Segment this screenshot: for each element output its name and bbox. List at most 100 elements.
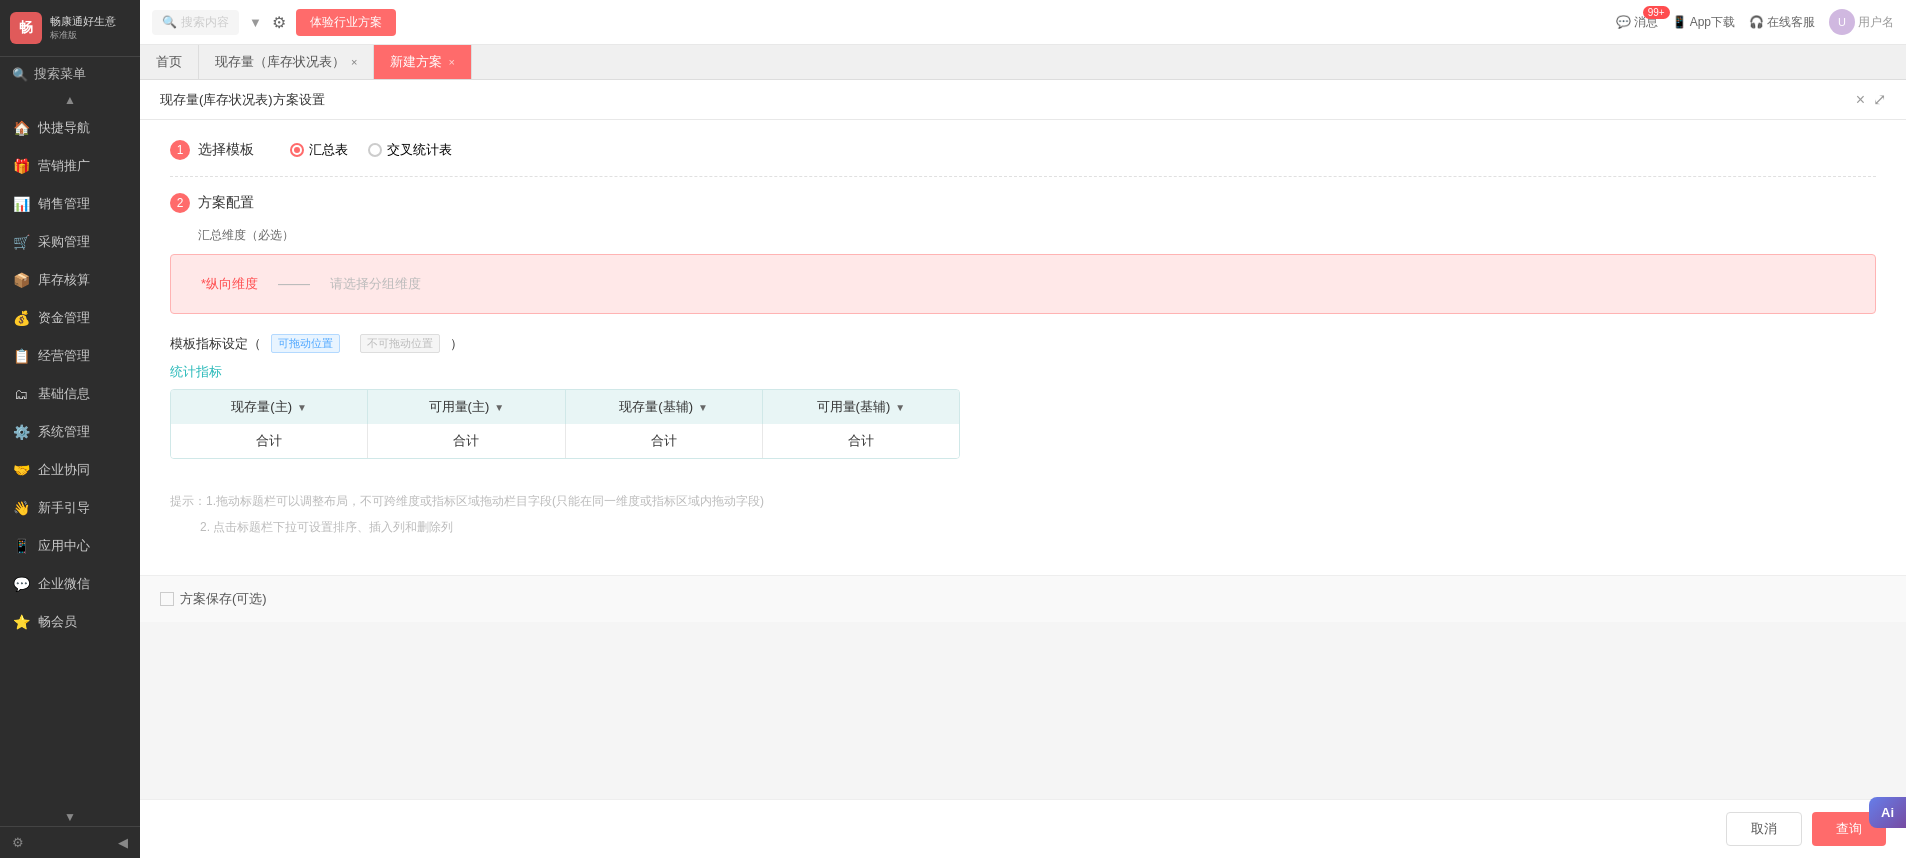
indicator-col-0-chevron[interactable]: ▼ bbox=[297, 402, 307, 413]
sidebar-item-label: 销售管理 bbox=[38, 195, 90, 213]
app-download-button[interactable]: 📱 App下载 bbox=[1672, 14, 1735, 31]
sidebar-item-marketing[interactable]: 🎁 营销推广 bbox=[0, 147, 140, 185]
sidebar-item-label: 系统管理 bbox=[38, 423, 90, 441]
service-button[interactable]: 🎧 在线客服 bbox=[1749, 14, 1815, 31]
tab-inventory-status[interactable]: 现存量（库存状况表） × bbox=[199, 45, 374, 79]
message-icon: 💬 bbox=[1616, 15, 1631, 29]
ai-float-button[interactable]: Ai bbox=[1869, 797, 1906, 828]
topbar-right: 💬 消息 99+ 📱 App下载 🎧 在线客服 U 用户名 bbox=[1616, 9, 1894, 35]
panel-header: 现存量(库存状况表)方案设置 × ⤢ bbox=[140, 80, 1906, 120]
sidebar-item-basic[interactable]: 🗂 基础信息 bbox=[0, 375, 140, 413]
indicator-col-1[interactable]: 可用量(主) ▼ bbox=[368, 390, 565, 424]
topbar-dropdown-icon[interactable]: ▼ bbox=[249, 15, 262, 30]
cancel-button[interactable]: 取消 bbox=[1726, 812, 1802, 846]
wave-icon: 👋 bbox=[12, 499, 30, 517]
sidebar-item-label: 营销推广 bbox=[38, 157, 90, 175]
sidebar-item-label: 经营管理 bbox=[38, 347, 90, 365]
sidebar-item-purchase[interactable]: 🛒 采购管理 bbox=[0, 223, 140, 261]
tag-unmovable: 不可拖动位置 bbox=[360, 334, 440, 353]
indicator-col-2[interactable]: 现存量(基辅) ▼ bbox=[566, 390, 763, 424]
radio-cross[interactable]: 交叉统计表 bbox=[368, 141, 452, 159]
topbar-search-icon: 🔍 bbox=[162, 15, 177, 29]
sidebar-item-shortcut[interactable]: 🏠 快捷导航 bbox=[0, 109, 140, 147]
tip1: 1.拖动标题栏可以调整布局，不可跨维度或指标区域拖动栏目字段(只能在同一维度或指… bbox=[206, 494, 764, 508]
tab-inventory-close-icon[interactable]: × bbox=[351, 56, 357, 68]
template-radio-group: 汇总表 交叉统计表 bbox=[290, 141, 452, 159]
sidebar-scroll-down[interactable]: ▼ bbox=[0, 808, 140, 826]
indicator-settings-label: 模板指标设定（ bbox=[170, 335, 261, 353]
sidebar-item-wechat[interactable]: 💬 企业微信 bbox=[0, 565, 140, 603]
sidebar-item-label: 库存核算 bbox=[38, 271, 90, 289]
save-label: 方案保存(可选) bbox=[180, 590, 267, 608]
panel-expand-button[interactable]: ⤢ bbox=[1873, 90, 1886, 109]
sidebar: 畅 畅康通好生意 标准版 🔍 搜索菜单 ▲ 🏠 快捷导航 🎁 营销推广 📊 销售… bbox=[0, 0, 140, 858]
dimension-label: *纵向维度 bbox=[201, 275, 258, 293]
sidebar-item-corp[interactable]: 🤝 企业协同 bbox=[0, 451, 140, 489]
sidebar-item-label: 畅会员 bbox=[38, 613, 77, 631]
sidebar-item-member[interactable]: ⭐ 畅会员 bbox=[0, 603, 140, 641]
indicator-col-3-chevron[interactable]: ▼ bbox=[895, 402, 905, 413]
clipboard-icon: 📋 bbox=[12, 347, 30, 365]
sidebar-item-operation[interactable]: 📋 经营管理 bbox=[0, 337, 140, 375]
topbar-gear-icon[interactable]: ⚙ bbox=[272, 13, 286, 32]
dimension-dash: —— bbox=[278, 275, 310, 293]
indicator-col-1-chevron[interactable]: ▼ bbox=[494, 402, 504, 413]
gift-icon: 🎁 bbox=[12, 157, 30, 175]
content-area: 现存量(库存状况表)方案设置 × ⤢ 1 选择模板 汇总表 交叉统计表 bbox=[140, 80, 1906, 799]
sidebar-item-system[interactable]: ⚙️ 系统管理 bbox=[0, 413, 140, 451]
bottom-bar: 取消 查询 bbox=[140, 799, 1906, 858]
tab-new-scheme-close-icon[interactable]: × bbox=[448, 56, 454, 68]
panel-title: 现存量(库存状况表)方案设置 bbox=[160, 91, 325, 109]
panel-close-button[interactable]: × bbox=[1856, 91, 1865, 109]
topbar-search[interactable]: 🔍 搜索内容 bbox=[152, 10, 239, 35]
avatar: U bbox=[1829, 9, 1855, 35]
trial-button[interactable]: 体验行业方案 bbox=[296, 9, 396, 36]
section1-label: 选择模板 bbox=[198, 141, 254, 159]
topbar: 🔍 搜索内容 ▼ ⚙ 体验行业方案 💬 消息 99+ 📱 App下载 🎧 在线客… bbox=[140, 0, 1906, 45]
headset-icon: 🎧 bbox=[1749, 15, 1764, 29]
sidebar-logo: 畅 畅康通好生意 标准版 bbox=[0, 0, 140, 57]
sidebar-item-newuser[interactable]: 👋 新手引导 bbox=[0, 489, 140, 527]
sidebar-item-sales[interactable]: 📊 销售管理 bbox=[0, 185, 140, 223]
section1-num: 1 bbox=[170, 140, 190, 160]
indicator-col-0[interactable]: 现存量(主) ▼ bbox=[171, 390, 368, 424]
search-icon: 🔍 bbox=[12, 67, 28, 82]
topbar-search-text: 搜索内容 bbox=[181, 14, 229, 31]
tab-home[interactable]: 首页 bbox=[140, 45, 199, 79]
radio-cross-label: 交叉统计表 bbox=[387, 141, 452, 159]
sidebar-bottom: ⚙ ◀ bbox=[0, 826, 140, 858]
user-menu-button[interactable]: U 用户名 bbox=[1829, 9, 1894, 35]
settings-icon[interactable]: ⚙ bbox=[12, 835, 24, 850]
tab-home-label: 首页 bbox=[156, 54, 182, 69]
sidebar-item-label: 资金管理 bbox=[38, 309, 90, 327]
indicator-settings-end: ） bbox=[450, 335, 463, 353]
save-checkbox[interactable] bbox=[160, 592, 174, 606]
indicator-settings: 模板指标设定（ 可拖动位置 不可拖动位置 ） 统计指标 现存量(主) ▼ 可用 bbox=[170, 334, 1876, 459]
indicator-col-2-chevron[interactable]: ▼ bbox=[698, 402, 708, 413]
sidebar-scroll-up[interactable]: ▲ bbox=[0, 91, 140, 109]
sidebar-item-inventory[interactable]: 📦 库存核算 bbox=[0, 261, 140, 299]
sidebar-search[interactable]: 🔍 搜索菜单 bbox=[0, 57, 140, 91]
section2-num: 2 bbox=[170, 193, 190, 213]
app-name: 畅康通好生意 bbox=[50, 14, 116, 28]
indicator-table-header: 现存量(主) ▼ 可用量(主) ▼ 现存量(基辅) ▼ 可用量(基辅) bbox=[171, 390, 959, 424]
section-divider-1 bbox=[170, 176, 1876, 177]
dimension-placeholder[interactable]: 请选择分组维度 bbox=[330, 275, 421, 293]
tab-new-scheme[interactable]: 新建方案 × bbox=[374, 45, 471, 79]
message-count-badge: 99+ bbox=[1643, 6, 1670, 19]
sidebar-item-appcenter[interactable]: 📱 应用中心 bbox=[0, 527, 140, 565]
indicator-col-0-label: 现存量(主) bbox=[231, 398, 292, 416]
collapse-icon[interactable]: ◀ bbox=[118, 835, 128, 850]
phone-icon: 📱 bbox=[12, 537, 30, 555]
sidebar-item-finance[interactable]: 💰 资金管理 bbox=[0, 299, 140, 337]
indicator-col-1-label: 可用量(主) bbox=[429, 398, 490, 416]
sidebar-item-label: 采购管理 bbox=[38, 233, 90, 251]
indicator-col-3[interactable]: 可用量(基辅) ▼ bbox=[763, 390, 959, 424]
sidebar-item-label: 企业微信 bbox=[38, 575, 90, 593]
message-button[interactable]: 💬 消息 99+ bbox=[1616, 14, 1658, 31]
tabbar: 首页 现存量（库存状况表） × 新建方案 × bbox=[140, 45, 1906, 80]
radio-summary[interactable]: 汇总表 bbox=[290, 141, 348, 159]
stats-indicator-label: 统计指标 bbox=[170, 363, 1876, 381]
dimension-subtitle: 汇总维度（必选） bbox=[198, 227, 1876, 244]
indicator-cell-1: 合计 bbox=[368, 424, 565, 458]
